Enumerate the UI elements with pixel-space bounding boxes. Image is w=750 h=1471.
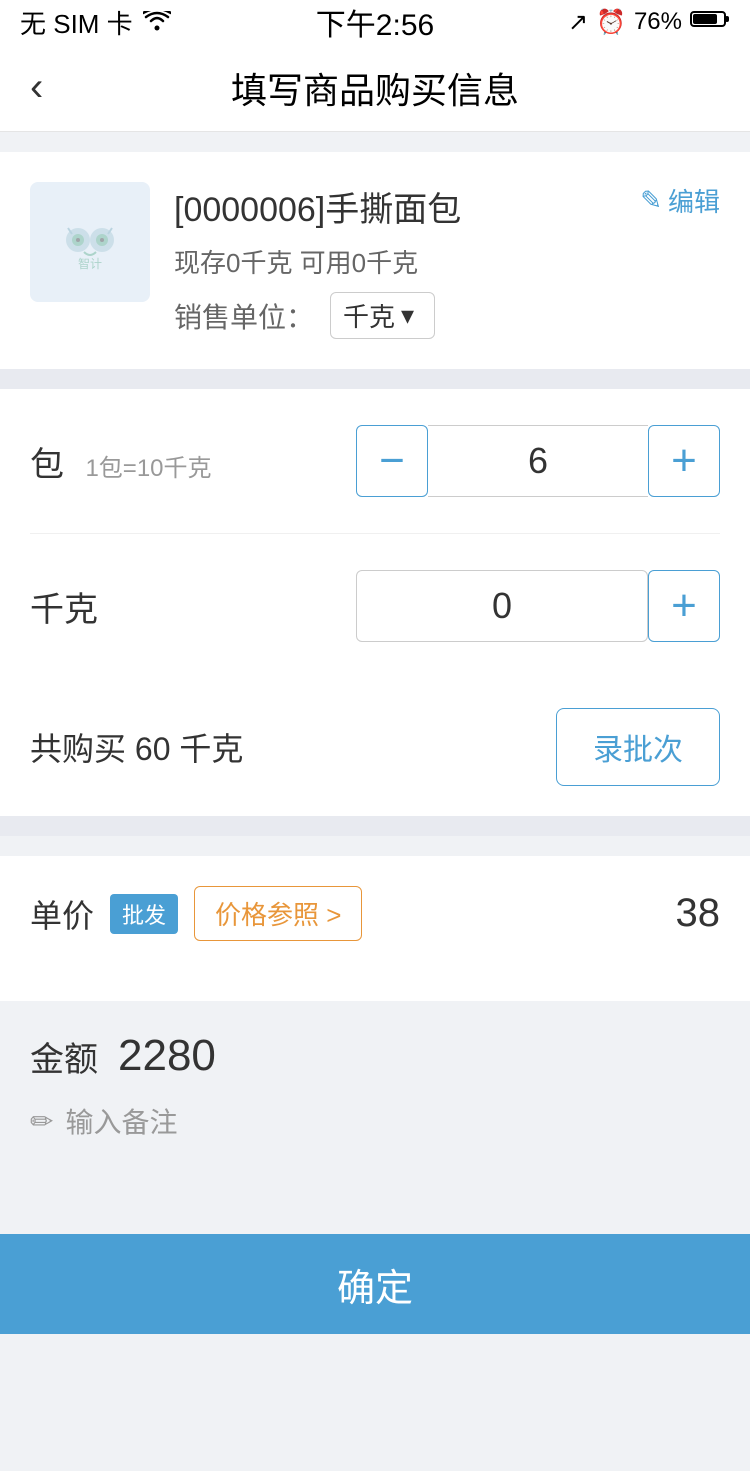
- qty-controls-kg: +: [356, 570, 720, 642]
- status-bar: 无 SIM 卡 下午2:56 ↗ ⏰ 76%: [0, 0, 750, 44]
- product-stock: 现存0千克 可用0千克: [174, 243, 720, 280]
- wifi-icon: [143, 7, 171, 38]
- status-time: 下午2:56: [316, 0, 434, 44]
- battery-text: 76%: [634, 8, 682, 36]
- nav-bar: ‹ 填写商品购买信息: [0, 44, 750, 132]
- qty-input-bao[interactable]: [428, 425, 648, 497]
- battery-icon: [690, 8, 730, 36]
- page-title: 填写商品购买信息: [231, 62, 519, 114]
- amount-row: 金额 2280: [30, 1031, 720, 1081]
- note-row[interactable]: ✏ 输入备注: [30, 1101, 720, 1141]
- qty-increase-bao[interactable]: +: [648, 425, 720, 497]
- chevron-down-icon: ▾: [401, 300, 414, 331]
- qty-row-bao: 包 1包=10千克 − +: [30, 389, 720, 534]
- record-batch-button[interactable]: 录批次: [556, 708, 720, 786]
- price-value: 38: [676, 891, 721, 936]
- location-icon: ↗: [568, 8, 588, 37]
- amount-label: 金额: [30, 1032, 98, 1081]
- batch-tag: 批发: [110, 894, 178, 934]
- total-section: 共购买 60 千克 录批次: [0, 678, 750, 816]
- note-icon: ✏: [30, 1105, 53, 1138]
- qty-label-kg: 千克: [30, 582, 356, 631]
- product-card: 智计 [0000006]手撕面包 现存0千克 可用0千克 销售单位： 千克 ▾ …: [0, 152, 750, 369]
- quantity-section: 包 1包=10千克 − + 千克 +: [0, 389, 750, 678]
- carrier-text: 无 SIM 卡: [20, 4, 133, 41]
- price-ref-button[interactable]: 价格参照 >: [194, 886, 362, 941]
- qty-controls-bao: − +: [356, 425, 720, 497]
- price-label: 单价: [30, 891, 94, 937]
- unit-value: 千克: [343, 297, 395, 334]
- section-divider-1: [0, 369, 750, 389]
- qty-decrease-bao[interactable]: −: [356, 425, 428, 497]
- qty-increase-kg[interactable]: +: [648, 570, 720, 642]
- qty-hint-bao: 1包=10千克: [85, 455, 211, 482]
- product-image: 智计: [30, 182, 150, 302]
- svg-text:智计: 智计: [78, 256, 102, 271]
- edit-label: 编辑: [668, 182, 720, 219]
- price-row: 单价 批发 价格参照 > 38: [30, 886, 720, 941]
- edit-icon: ✎: [640, 185, 662, 216]
- amount-section: 金额 2280 ✏ 输入备注: [0, 1001, 750, 1171]
- status-left: 无 SIM 卡: [20, 4, 171, 41]
- confirm-button[interactable]: 确定: [0, 1234, 750, 1334]
- unit-label: 销售单位：: [174, 296, 314, 336]
- qty-row-kg: 千克 +: [30, 534, 720, 678]
- product-name: [0000006]手撕面包: [174, 182, 720, 231]
- back-button[interactable]: ‹: [30, 55, 63, 120]
- total-text: 共购买 60 千克: [30, 724, 243, 770]
- section-divider-2: [0, 816, 750, 836]
- price-label-group: 单价 批发 价格参照 >: [30, 886, 362, 941]
- product-unit-row: 销售单位： 千克 ▾: [174, 292, 720, 339]
- amount-value: 2280: [118, 1031, 216, 1081]
- product-info: [0000006]手撕面包 现存0千克 可用0千克 销售单位： 千克 ▾: [174, 182, 720, 339]
- status-right: ↗ ⏰ 76%: [568, 8, 730, 37]
- price-section: 单价 批发 价格参照 > 38: [0, 856, 750, 1001]
- edit-button[interactable]: ✎ 编辑: [640, 182, 720, 219]
- qty-label-bao: 包 1包=10千克: [30, 437, 356, 486]
- alarm-icon: ⏰: [596, 8, 626, 37]
- note-placeholder: 输入备注: [65, 1101, 177, 1141]
- product-logo: 智计: [50, 212, 130, 272]
- unit-select[interactable]: 千克 ▾: [330, 292, 435, 339]
- qty-input-kg[interactable]: [356, 570, 648, 642]
